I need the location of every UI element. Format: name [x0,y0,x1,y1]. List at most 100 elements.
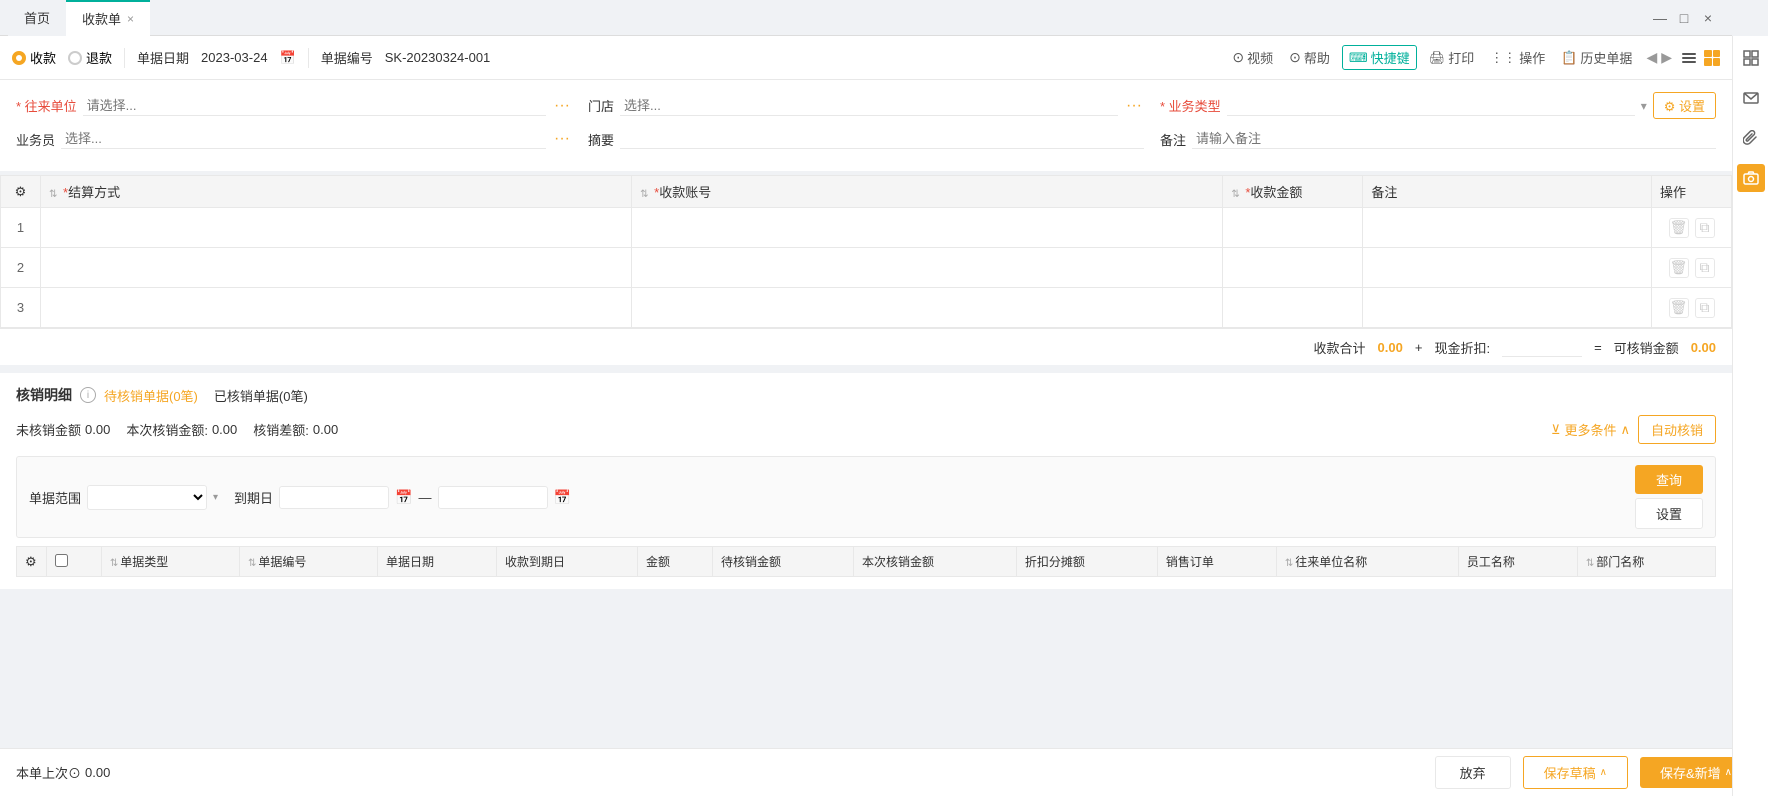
delete-icon-1[interactable]: 🗑 [1669,218,1689,238]
cell-amount-1[interactable] [1223,208,1363,248]
copy-icon-2[interactable]: ⧉ [1695,258,1715,278]
action-icons-2: 🗑 ⧉ [1660,258,1723,278]
delete-icon-2[interactable]: 🗑 [1669,258,1689,278]
select-all-checkbox[interactable] [55,554,68,567]
save-new-dropdown-icon[interactable]: ∧ [1725,767,1732,778]
save-draft-label: 保存草稿 [1544,763,1596,782]
nav-prev[interactable]: ◀ [1644,49,1659,66]
required-star-1: * [63,185,68,200]
footer-spacer [0,589,1732,649]
close-button[interactable]: × [1700,10,1716,26]
sidebar-table-icon[interactable] [1737,44,1765,72]
business-type-arrow-icon[interactable]: ▾ [1641,99,1647,113]
store-input[interactable] [620,96,1118,116]
save-draft-button[interactable]: 保存草稿 ∧ [1523,756,1628,789]
table-header-amount: ⇅ *收款金额 [1223,176,1363,208]
discard-button[interactable]: 放弃 [1435,756,1511,789]
settings-button[interactable]: ⚙ 设置 [1653,92,1716,119]
maximize-button[interactable]: □ [1676,10,1692,26]
bottom-header-gear[interactable]: ⚙ [17,547,47,577]
more-conditions-btn[interactable]: ⊻ 更多条件 ∧ [1551,420,1630,439]
info-icon[interactable]: i [80,387,96,403]
minimize-button[interactable]: — [1652,10,1668,26]
due-date-label: 到期日 [234,488,273,507]
shortcut-button[interactable]: ⌨ 快捷键 [1342,45,1417,70]
operation-button[interactable]: ⋮⋮ 操作 [1486,46,1549,69]
radio-group: 收款 退款 [12,48,112,67]
current-label: 本次核销金额: [126,420,208,439]
cell-account-3[interactable] [632,288,1223,328]
table-header-gear[interactable]: ⚙ [1,176,41,208]
copy-icon-3[interactable]: ⧉ [1695,298,1715,318]
video-button[interactable]: ⊙ 视频 [1228,46,1277,69]
pending-tab[interactable]: 待核销单据(0笔) [104,386,198,405]
help-button[interactable]: ⊙ 帮助 [1285,46,1334,69]
form-row-1: * 往来单位 ··· 门店 ··· * 业务类型 预收款 ▾ ⚙ 设置 [16,92,1716,119]
business-type-label: * 业务类型 [1160,96,1221,115]
business-type-field: * 业务类型 预收款 ▾ ⚙ 设置 [1160,92,1716,119]
history-button[interactable]: 📋 历史单据 [1557,46,1636,69]
calendar-icon[interactable]: 📅 [280,50,296,66]
cell-note-2[interactable] [1363,248,1652,288]
net-value: 0.00 [1691,340,1716,355]
shortcut-icon: ⌨ [1349,50,1368,66]
counterparty-field: * 往来单位 ··· [16,96,572,116]
reconciliation-settings-button[interactable]: 设置 [1635,498,1703,529]
auto-offset-button[interactable]: 自动核销 [1638,415,1716,444]
footer-info-value: 0.00 [85,765,110,780]
tab-bar: 首页 收款单 × — □ × [0,0,1732,36]
tab-home[interactable]: 首页 [8,0,66,36]
copy-icon-1[interactable]: ⧉ [1695,218,1715,238]
delete-icon-3[interactable]: 🗑 [1669,298,1689,318]
range-select[interactable] [87,485,207,510]
cell-account-1[interactable] [632,208,1223,248]
store-more-icon[interactable]: ··· [1124,97,1144,115]
remarks-input[interactable] [1192,129,1716,149]
sort-icon-bt-2: ⇅ [248,558,256,569]
sort-icon-bt-1: ⇅ [110,558,118,569]
cell-settlement-1[interactable] [41,208,632,248]
nav-next[interactable]: ▶ [1659,49,1674,66]
discount-input[interactable] [1502,337,1582,357]
cell-settlement-2[interactable] [41,248,632,288]
more-conditions-label: 更多条件 [1564,420,1616,439]
radio-receipt[interactable]: 收款 [12,48,56,67]
due-date-end[interactable]: 2022-04-12 [438,486,548,509]
toolbar: 收款 退款 单据日期 2023-03-24 📅 单据编号 SK-20230324… [0,36,1732,80]
sidebar-attachment-icon[interactable] [1737,124,1765,152]
cal-icon-1[interactable]: 📅 [395,489,412,506]
menu-lines-icon[interactable] [1682,53,1696,63]
save-draft-dropdown-icon[interactable]: ∧ [1600,767,1607,778]
cell-account-2[interactable] [632,248,1223,288]
summary-input[interactable] [620,129,1144,149]
gear-icon[interactable]: ⚙ [15,184,27,199]
window-controls: — □ × [1652,10,1724,26]
grid-icon[interactable] [1704,50,1720,66]
salesperson-more-icon[interactable]: ··· [552,130,572,148]
cal-icon-2[interactable]: 📅 [554,489,571,506]
bottom-gear-icon[interactable]: ⚙ [25,554,37,569]
sidebar-camera-icon[interactable] [1737,164,1765,192]
tab-receipt[interactable]: 收款单 × [66,0,150,36]
sidebar-mail-icon[interactable] [1737,84,1765,112]
query-button[interactable]: 查询 [1635,465,1703,494]
grid-cell-3 [1704,58,1712,66]
store-label: 门店 [588,96,614,115]
cell-settlement-3[interactable] [41,288,632,328]
counterparty-input[interactable] [83,96,546,116]
search-buttons: 查询 设置 [1635,465,1703,529]
salesperson-input[interactable] [61,129,546,149]
radio-refund[interactable]: 退款 [68,48,112,67]
cell-amount-2[interactable] [1223,248,1363,288]
table-header-account: ⇅ *收款账号 [632,176,1223,208]
cell-note-1[interactable] [1363,208,1652,248]
tab-close-icon[interactable]: × [127,12,134,26]
due-date-start[interactable]: 2022-04-01 [279,486,389,509]
completed-tab[interactable]: 已核销单据(0笔) [214,386,308,405]
print-button[interactable]: 🖨 打印 [1425,46,1479,69]
counterparty-more-icon[interactable]: ··· [552,97,572,115]
cell-note-3[interactable] [1363,288,1652,328]
cell-amount-3[interactable] [1223,288,1363,328]
business-type-input[interactable]: 预收款 [1227,96,1635,116]
stats-row: 未核销金额 0.00 本次核销金额: 0.00 核销差额: 0.00 ⊻ 更多条… [16,415,1716,444]
